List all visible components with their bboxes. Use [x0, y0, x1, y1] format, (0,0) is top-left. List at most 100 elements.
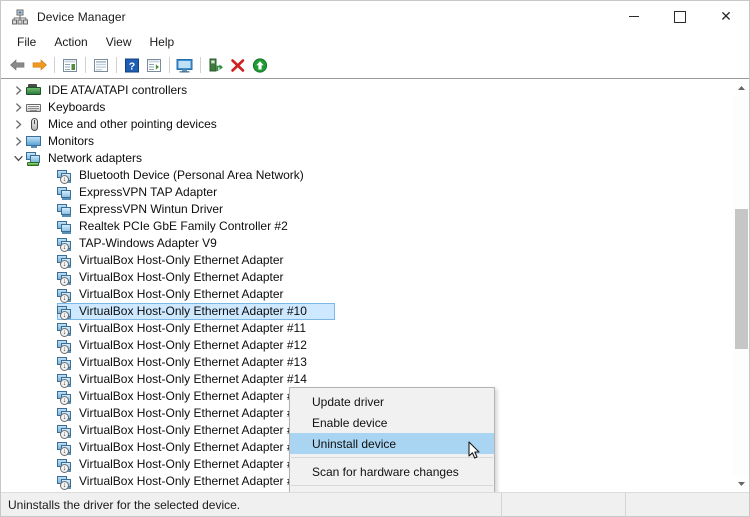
tree-device-row[interactable]: ↓VirtualBox Host-Only Ethernet Adapter	[1, 252, 732, 269]
tree-item-label: VirtualBox Host-Only Ethernet Adapter #1…	[79, 422, 307, 439]
network-adapter-disabled-icon: ↓	[57, 372, 73, 388]
tree-item-label: ExpressVPN TAP Adapter	[79, 184, 217, 201]
tree-item-label: VirtualBox Host-Only Ethernet Adapter #2	[79, 490, 300, 492]
help-icon[interactable]: ?	[121, 54, 143, 76]
forward-icon[interactable]	[28, 54, 50, 76]
scroll-up-button[interactable]	[733, 79, 749, 96]
network-adapter-disabled-icon: ↓	[57, 321, 73, 337]
scrollbar-thumb[interactable]	[735, 209, 748, 349]
network-adapter-disabled-icon: ↓	[57, 389, 73, 405]
tree-device-row[interactable]: ↓Bluetooth Device (Personal Area Network…	[1, 167, 732, 184]
network-adapter-disabled-icon: ↓	[57, 270, 73, 286]
device-manager-window: Device Manager ✕ File Action View Help	[0, 0, 750, 517]
vertical-scrollbar[interactable]	[732, 79, 749, 492]
toolbar-separator	[85, 57, 86, 73]
network-adapter-disabled-icon: ↓	[57, 474, 73, 490]
context-menu-item-properties[interactable]: Properties	[290, 489, 494, 492]
chevron-right-icon[interactable]	[10, 133, 26, 150]
context-menu-item-update-driver[interactable]: Update driver	[290, 391, 494, 412]
enable-device-icon[interactable]	[205, 54, 227, 76]
tree-item-label: Network adapters	[48, 150, 142, 167]
tree-item-label: Realtek PCIe GbE Family Controller #2	[79, 218, 288, 235]
tree-device-row[interactable]: ↓ VirtualBox Host-Only Ethernet Adapter #…	[1, 303, 732, 320]
tree-category-row[interactable]: Monitors	[1, 133, 732, 150]
status-divider	[625, 493, 626, 517]
tree-device-row[interactable]: ↓ VirtualBox Host-Only Ethernet Adapter #…	[1, 337, 732, 354]
network-adapter-disabled-icon: ↓	[57, 457, 73, 473]
network-adapter-disabled-icon: ↓	[57, 168, 73, 184]
chevron-right-icon[interactable]	[10, 82, 26, 99]
tree-device-row[interactable]: ↓ VirtualBox Host-Only Ethernet Adapter #…	[1, 371, 732, 388]
tree-item-label: VirtualBox Host-Only Ethernet Adapter	[79, 286, 284, 303]
tree-item-label: VirtualBox Host-Only Ethernet Adapter #1…	[79, 473, 307, 490]
context-menu[interactable]: Update driverEnable deviceUninstall devi…	[289, 387, 495, 492]
tree-item-label: VirtualBox Host-Only Ethernet Adapter #1…	[79, 303, 307, 320]
tree-device-row[interactable]: ↓TAP-Windows Adapter V9	[1, 235, 732, 252]
scroll-down-button[interactable]	[733, 475, 749, 492]
keyboard-icon	[26, 100, 42, 116]
tree-item-label: VirtualBox Host-Only Ethernet Adapter #1…	[79, 405, 307, 422]
chevron-right-icon[interactable]	[10, 116, 26, 133]
network-adapter-disabled-icon: ↓	[57, 253, 73, 269]
network-adapter-disabled-icon: ↓	[57, 304, 73, 320]
tree-category-row[interactable]: Mice and other pointing devices	[1, 116, 732, 133]
caption-buttons: ✕	[611, 1, 749, 32]
mouse-icon	[26, 117, 42, 133]
status-divider	[501, 493, 502, 517]
network-adapter-icon	[57, 219, 73, 235]
tree-category-row[interactable]: Keyboards	[1, 99, 732, 116]
maximize-button[interactable]	[657, 1, 703, 32]
context-menu-separator	[291, 457, 493, 458]
title-bar: Device Manager ✕	[1, 1, 749, 32]
network-adapter-disabled-icon: ↓	[57, 338, 73, 354]
show-hide-console-tree-icon[interactable]	[59, 54, 81, 76]
tree-item-label: IDE ATA/ATAPI controllers	[48, 82, 187, 99]
scrollbar-track[interactable]	[733, 96, 749, 475]
network-adapter-disabled-icon: ↓	[57, 423, 73, 439]
menu-action[interactable]: Action	[45, 33, 96, 52]
tree-device-row[interactable]: ↓VirtualBox Host-Only Ethernet Adapter #…	[1, 320, 732, 337]
context-menu-item-enable-device[interactable]: Enable device	[290, 412, 494, 433]
window-title: Device Manager	[37, 10, 126, 24]
network-adapters-icon	[26, 151, 42, 167]
toolbar-separator	[169, 57, 170, 73]
chevron-right-icon[interactable]	[10, 99, 26, 116]
tree-device-row[interactable]: ExpressVPN Wintun Driver	[1, 201, 732, 218]
menu-help[interactable]: Help	[141, 33, 184, 52]
close-button[interactable]: ✕	[703, 1, 749, 32]
context-menu-separator	[291, 485, 493, 486]
network-adapter-disabled-icon: ↓	[57, 491, 73, 493]
tree-item-label: VirtualBox Host-Only Ethernet Adapter #1…	[79, 371, 307, 388]
maximize-icon	[674, 11, 686, 23]
tree-device-row[interactable]: ↓ VirtualBox Host-Only Ethernet Adapter	[1, 286, 732, 303]
tree-item-label: ExpressVPN Wintun Driver	[79, 201, 223, 218]
device-manager-icon	[12, 9, 28, 25]
properties-icon[interactable]	[90, 54, 112, 76]
tree-device-row[interactable]: Realtek PCIe GbE Family Controller #2	[1, 218, 732, 235]
tree-device-row[interactable]: ↓ VirtualBox Host-Only Ethernet Adapter	[1, 269, 732, 286]
status-message: Uninstalls the driver for the selected d…	[1, 498, 501, 512]
update-driver-software-icon[interactable]	[249, 54, 271, 76]
tree-device-row[interactable]: ↓VirtualBox Host-Only Ethernet Adapter #…	[1, 354, 732, 371]
update-driver-icon[interactable]	[143, 54, 165, 76]
chevron-down-icon[interactable]	[10, 150, 26, 167]
minimize-button[interactable]	[611, 1, 657, 32]
toolbar: ?	[1, 53, 749, 78]
uninstall-device-icon[interactable]	[227, 54, 249, 76]
tree-category-row[interactable]: IDE ATA/ATAPI controllers	[1, 82, 732, 99]
tree-item-label: VirtualBox Host-Only Ethernet Adapter #1…	[79, 388, 307, 405]
device-tree-panel: IDE ATA/ATAPI controllersKeyboardsMice a…	[1, 78, 749, 492]
tree-item-label: VirtualBox Host-Only Ethernet Adapter	[79, 269, 284, 286]
scan-for-hardware-changes-icon[interactable]	[174, 54, 196, 76]
menu-view[interactable]: View	[97, 33, 141, 52]
network-adapter-disabled-icon: ↓	[57, 287, 73, 303]
network-adapter-disabled-icon: ↓	[57, 440, 73, 456]
context-menu-item-scan-for-hardware-changes[interactable]: Scan for hardware changes	[290, 461, 494, 482]
toolbar-separator	[54, 57, 55, 73]
tree-device-row[interactable]: ExpressVPN TAP Adapter	[1, 184, 732, 201]
tree-category-row[interactable]: Network adapters	[1, 150, 732, 167]
menu-file[interactable]: File	[8, 33, 45, 52]
context-menu-item-uninstall-device[interactable]: Uninstall device	[290, 433, 494, 454]
tree-item-label: VirtualBox Host-Only Ethernet Adapter #1…	[79, 337, 307, 354]
back-icon[interactable]	[6, 54, 28, 76]
